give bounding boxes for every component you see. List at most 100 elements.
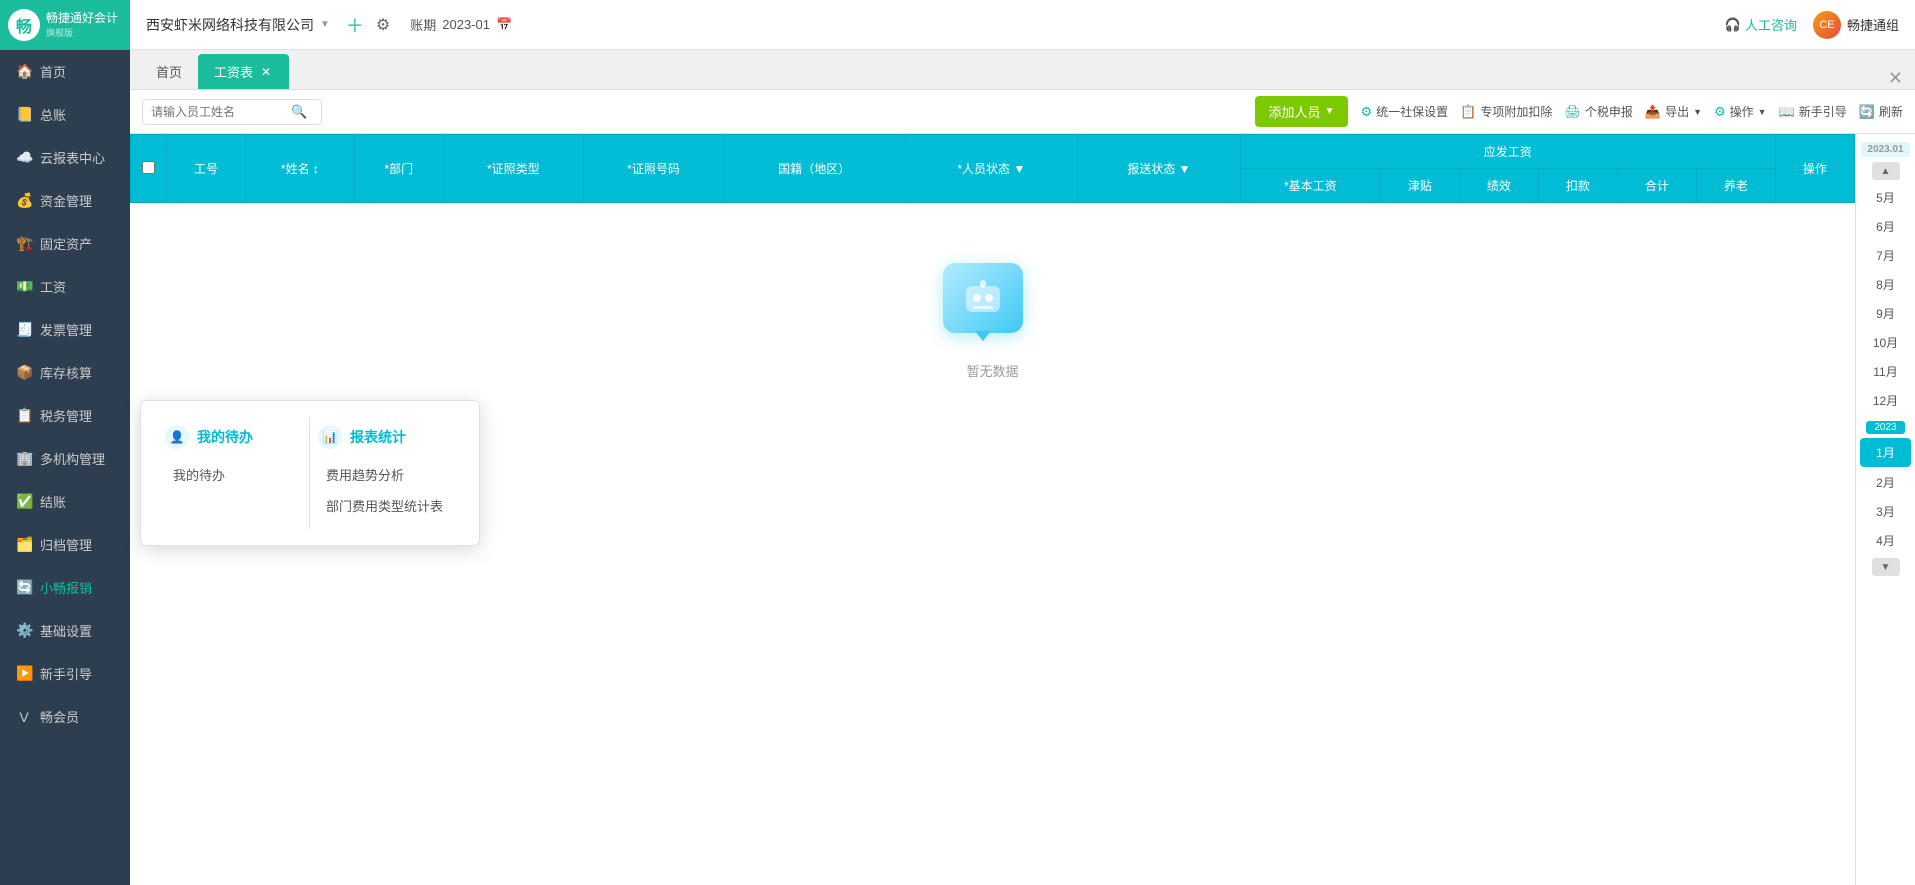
dropdown-item-cost-trend[interactable]: 费用趋势分析 bbox=[318, 459, 455, 490]
sidebar-item-checkout[interactable]: ✅ 结账 bbox=[0, 480, 130, 523]
timeline-month-9[interactable]: 9月 bbox=[1856, 299, 1915, 328]
sidebar-item-member[interactable]: V 畅会员 bbox=[0, 695, 130, 738]
timeline-month-7[interactable]: 7月 bbox=[1856, 241, 1915, 270]
col-operations: 操作 bbox=[1775, 135, 1854, 203]
topbar: 西安虾米网络科技有限公司 ▼ ＋ ⚙ 账期 2023-01 📅 🎧 人工咨询 C… bbox=[130, 0, 1915, 50]
checkbox-header[interactable] bbox=[131, 135, 167, 203]
dropdown-item-my-todo[interactable]: 我的待办 bbox=[165, 459, 301, 490]
timeline-month-11[interactable]: 11月 bbox=[1856, 357, 1915, 386]
app-name: 畅捷通好会计 bbox=[46, 11, 118, 27]
export-action[interactable]: 📤 导出 ▼ bbox=[1645, 103, 1702, 120]
add-person-label: 添加人员 bbox=[1269, 102, 1321, 121]
sidebar-label-payroll: 工资 bbox=[40, 277, 66, 296]
customer-service[interactable]: 🎧 人工咨询 bbox=[1725, 15, 1797, 34]
col-id-type: *证照类型 bbox=[443, 135, 583, 203]
add-person-button[interactable]: 添加人员 ▼ bbox=[1255, 96, 1349, 127]
sidebar-item-payroll[interactable]: 💵 工资 bbox=[0, 265, 130, 308]
sidebar-item-multi-org[interactable]: 🏢 多机构管理 bbox=[0, 437, 130, 480]
sidebar: 畅 畅捷通好会计 旗舰版 🏠 首页 📒 总账 ☁️ 云报表中心 💰 资金管理 🏗… bbox=[0, 0, 130, 885]
sidebar-item-tax[interactable]: 📋 税务管理 bbox=[0, 394, 130, 437]
col-nationality: 国籍（地区） bbox=[724, 135, 905, 203]
timeline-month-12[interactable]: 12月 bbox=[1856, 386, 1915, 415]
timeline-month-1[interactable]: 1月 bbox=[1860, 438, 1911, 467]
settings-icon[interactable]: ⚙ bbox=[376, 15, 390, 35]
search-box: 🔍 bbox=[142, 99, 322, 125]
no-data-icon bbox=[943, 263, 1043, 343]
dropdown-section-report: 📊 报表统计 费用趋势分析 部门费用类型统计表 bbox=[310, 417, 463, 529]
period-label: 账期 bbox=[410, 15, 436, 34]
col-total: 合计 bbox=[1617, 169, 1696, 203]
col-pension: 养老 bbox=[1696, 169, 1775, 203]
sidebar-label-fund: 资金管理 bbox=[40, 191, 92, 210]
sidebar-icon-fixed-assets: 🏗️ bbox=[16, 235, 32, 252]
timeline-up-nav[interactable]: ▲ bbox=[1872, 162, 1900, 180]
refresh-icon: 🔄 bbox=[1859, 104, 1875, 120]
no-data-robot-icon bbox=[943, 263, 1023, 333]
company-selector[interactable]: 西安虾米网络科技有限公司 ▼ bbox=[146, 15, 330, 35]
sidebar-item-basic-settings[interactable]: ⚙️ 基础设置 bbox=[0, 609, 130, 652]
timeline-month-2[interactable]: 2月 bbox=[1856, 468, 1915, 497]
operations-action[interactable]: ⚙ 操作 ▼ bbox=[1714, 103, 1767, 120]
timeline-down-nav[interactable]: ▼ bbox=[1872, 558, 1900, 576]
calendar-icon[interactable]: 📅 bbox=[496, 17, 512, 33]
report-icon: 📊 bbox=[318, 425, 342, 449]
dropdown-item-dept-cost[interactable]: 部门费用类型统计表 bbox=[318, 490, 455, 521]
tax-report-action[interactable]: 🖨 个税申报 bbox=[1564, 103, 1633, 120]
sidebar-label-new-guide: 新手引导 bbox=[40, 664, 92, 683]
social-insurance-action[interactable]: ⚙ 统一社保设置 bbox=[1360, 103, 1448, 120]
col-allowance: 津贴 bbox=[1380, 169, 1459, 203]
sidebar-item-ledger[interactable]: 📒 总账 bbox=[0, 93, 130, 136]
special-deduction-label: 专项附加扣除 bbox=[1480, 103, 1552, 120]
tab-close-button[interactable]: ✕ bbox=[259, 65, 273, 79]
timeline-month-10[interactable]: 10月 bbox=[1856, 328, 1915, 357]
table-header-row-1: 工号 *姓名 ↕ *部门 *证照类型 *证照号码 国籍（地区） *人员状态 ▼ … bbox=[131, 135, 1855, 169]
social-insurance-label: 统一社保设置 bbox=[1376, 103, 1448, 120]
sidebar-item-home[interactable]: 🏠 首页 bbox=[0, 50, 130, 93]
search-input[interactable] bbox=[151, 105, 291, 119]
tab-close-all-button[interactable]: ✕ bbox=[1888, 68, 1903, 89]
timeline-month-6[interactable]: 6月 bbox=[1856, 212, 1915, 241]
dropdown-section-todo: 👤 我的待办 我的待办 bbox=[157, 417, 310, 529]
sidebar-label-inventory: 库存核算 bbox=[40, 363, 92, 382]
sidebar-label-cloud-report: 云报表中心 bbox=[40, 148, 105, 167]
sidebar-item-fixed-assets[interactable]: 🏗️ 固定资产 bbox=[0, 222, 130, 265]
sidebar-icon-tax: 📋 bbox=[16, 407, 32, 424]
sidebar-label-member: 畅会员 bbox=[40, 707, 79, 726]
add-button[interactable]: ＋ bbox=[346, 12, 364, 38]
sidebar-item-archive[interactable]: 🗂️ 归档管理 bbox=[0, 523, 130, 566]
col-salary-group: 应发工资 bbox=[1240, 135, 1775, 169]
search-icon: 🔍 bbox=[291, 104, 307, 120]
export-arrow-icon: ▼ bbox=[1693, 107, 1702, 117]
user-info[interactable]: CE 畅捷通组 bbox=[1813, 11, 1899, 39]
timeline-month-8[interactable]: 8月 bbox=[1856, 270, 1915, 299]
sidebar-icon-home: 🏠 bbox=[16, 63, 32, 80]
logo-text-block: 畅捷通好会计 旗舰版 bbox=[46, 11, 118, 40]
refresh-action[interactable]: 🔄 刷新 bbox=[1859, 103, 1903, 120]
col-deduction: 扣款 bbox=[1538, 169, 1617, 203]
sidebar-icon-payroll: 💵 bbox=[16, 278, 32, 295]
sidebar-item-invoice[interactable]: 🧾 发票管理 bbox=[0, 308, 130, 351]
timeline-month-5[interactable]: 5月 bbox=[1856, 183, 1915, 212]
username: 畅捷通组 bbox=[1847, 15, 1899, 34]
sidebar-item-xiaochang[interactable]: 🔄 小畅报销 bbox=[0, 566, 130, 609]
sidebar-item-new-guide[interactable]: ▶️ 新手引导 bbox=[0, 652, 130, 695]
new-guide-action[interactable]: 📖 新手引导 bbox=[1779, 103, 1847, 120]
select-all-checkbox[interactable] bbox=[142, 161, 155, 174]
sidebar-icon-xiaochang: 🔄 bbox=[16, 579, 32, 596]
tab-home[interactable]: 首页 bbox=[140, 54, 198, 89]
sidebar-item-inventory[interactable]: 📦 库存核算 bbox=[0, 351, 130, 394]
sidebar-item-fund[interactable]: 💰 资金管理 bbox=[0, 179, 130, 222]
tabbar: 首页 工资表 ✕ ✕ bbox=[130, 50, 1915, 90]
sidebar-item-cloud-report[interactable]: ☁️ 云报表中心 bbox=[0, 136, 130, 179]
sidebar-label-xiaochang: 小畅报销 bbox=[40, 578, 92, 597]
dropdown-grid: 👤 我的待办 我的待办 📊 报表统计 费用趋势分析 部门费用类型统计表 bbox=[157, 417, 463, 529]
special-deduction-action[interactable]: 📋 专项附加扣除 bbox=[1460, 103, 1552, 120]
sidebar-label-home: 首页 bbox=[40, 62, 66, 81]
timeline-month-4[interactable]: 4月 bbox=[1856, 526, 1915, 555]
tab-payroll[interactable]: 工资表 ✕ bbox=[198, 54, 289, 89]
special-deduction-icon: 📋 bbox=[1460, 104, 1476, 120]
col-status: *人员状态 ▼ bbox=[905, 135, 1078, 203]
tab-home-label: 首页 bbox=[156, 62, 182, 81]
timeline-month-3[interactable]: 3月 bbox=[1856, 497, 1915, 526]
toolbar-actions: 添加人员 ▼ ⚙ 统一社保设置 📋 专项附加扣除 🖨 个税申报 📤 导出 ▼ bbox=[1255, 96, 1903, 127]
